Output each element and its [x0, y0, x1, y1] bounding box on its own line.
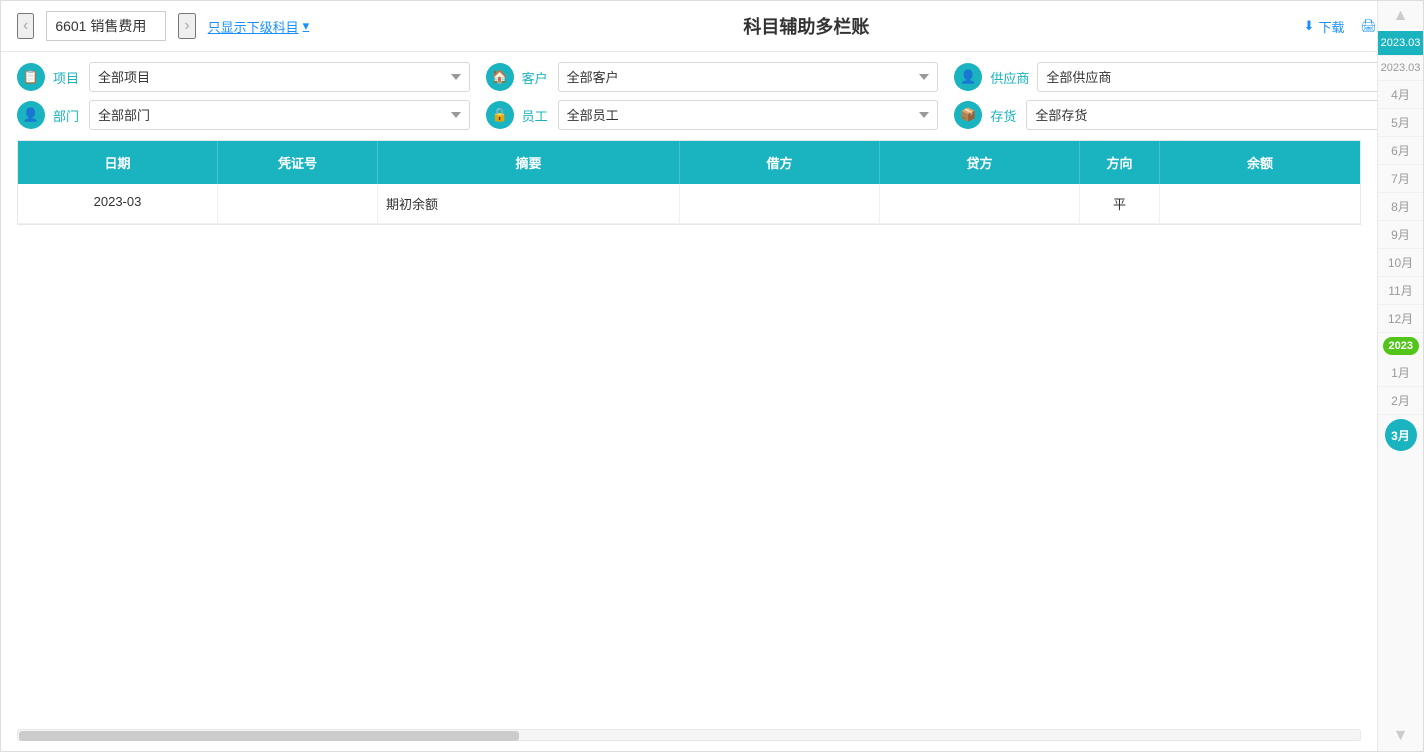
col-summary: 摘要 [378, 141, 680, 184]
supplier-select[interactable]: 全部供应商 [1037, 62, 1407, 92]
department-label: 部门 [53, 106, 81, 125]
customer-label: 客户 [522, 68, 550, 87]
supplier-icon: 👤 [954, 63, 982, 91]
nav-prev-button[interactable]: ‹ [17, 13, 34, 39]
filter-row-1: 📋 项目 全部项目 🏠 客户 全部客户 👤 供应商 全部供应商 [17, 62, 1407, 92]
print-icon: 🖨 [1360, 18, 1377, 34]
project-label: 项目 [53, 68, 81, 87]
cell-balance [1160, 184, 1360, 223]
account-code: 6601 销售费用 [46, 11, 166, 41]
data-table: 日期 凭证号 摘要 借方 贷方 方向 余额 2023-03 期初余额 平 [17, 140, 1361, 225]
panel-year-2023[interactable]: 2023 [1383, 337, 1419, 355]
panel-month-5[interactable]: 5月 [1378, 109, 1423, 137]
filter-project: 📋 项目 全部项目 [17, 62, 470, 92]
show-sub-label: 只显示下级科目 [208, 17, 299, 36]
filter-inventory: 📦 存货 全部存货 [954, 100, 1407, 130]
filter-section: 📋 项目 全部项目 🏠 客户 全部客户 👤 供应商 全部供应商 [1, 52, 1423, 140]
panel-down-arrow[interactable]: ▼ [1387, 721, 1415, 751]
employee-icon: 🔒 [486, 101, 514, 129]
top-bar: ‹ 6601 销售费用 › 只显示下级科目 ▾ 科目辅助多栏账 ⬇ 下载 🖨 打… [1, 1, 1423, 52]
department-select[interactable]: 全部部门 [89, 100, 470, 130]
col-voucher: 凭证号 [218, 141, 378, 184]
table-row: 2023-03 期初余额 平 [18, 184, 1360, 224]
supplier-label: 供应商 [990, 68, 1029, 87]
panel-month-4[interactable]: 4月 [1378, 81, 1423, 109]
project-select[interactable]: 全部项目 [89, 62, 470, 92]
download-button[interactable]: ⬇ 下载 [1304, 17, 1345, 36]
department-icon: 👤 [17, 101, 45, 129]
filter-department: 👤 部门 全部部门 [17, 100, 470, 130]
nav-next-button[interactable]: › [178, 13, 195, 39]
scrollbar-thumb [19, 731, 519, 741]
cell-credit [880, 184, 1080, 223]
main-window: ‹ 6601 销售费用 › 只显示下级科目 ▾ 科目辅助多栏账 ⬇ 下载 🖨 打… [0, 0, 1424, 752]
panel-month-12[interactable]: 12月 [1378, 305, 1423, 333]
project-icon: 📋 [17, 63, 45, 91]
page-title: 科目辅助多栏账 [321, 13, 1291, 39]
filter-employee: 🔒 员工 全部员工 [486, 100, 939, 130]
download-label: 下载 [1318, 17, 1344, 36]
inventory-icon: 📦 [954, 101, 982, 129]
filter-supplier: 👤 供应商 全部供应商 [954, 62, 1407, 92]
employee-label: 员工 [522, 106, 550, 125]
table-header: 日期 凭证号 摘要 借方 贷方 方向 余额 [18, 141, 1360, 184]
download-icon: ⬇ [1304, 18, 1315, 34]
customer-icon: 🏠 [486, 63, 514, 91]
customer-select[interactable]: 全部客户 [558, 62, 939, 92]
panel-month-11[interactable]: 11月 [1378, 277, 1423, 305]
cell-voucher [218, 184, 378, 223]
col-credit: 贷方 [880, 141, 1080, 184]
panel-month-8[interactable]: 8月 [1378, 193, 1423, 221]
panel-month-6[interactable]: 6月 [1378, 137, 1423, 165]
show-sub-button[interactable]: 只显示下级科目 ▾ [208, 17, 310, 36]
panel-month-9[interactable]: 9月 [1378, 221, 1423, 249]
right-panel: ▲ 2023.03 2023.03 4月 5月 6月 7月 8月 9月 10月 … [1377, 1, 1423, 751]
col-balance: 余额 [1160, 141, 1360, 184]
panel-month-10[interactable]: 10月 [1378, 249, 1423, 277]
panel-month-2023-03[interactable]: 2023.03 [1378, 56, 1423, 81]
inventory-label: 存货 [990, 106, 1018, 125]
panel-month-2[interactable]: 2月 [1378, 387, 1423, 415]
cell-summary: 期初余额 [378, 184, 680, 223]
cell-date: 2023-03 [18, 184, 218, 223]
inventory-select[interactable]: 全部存货 [1026, 100, 1407, 130]
panel-month-3-active[interactable]: 3月 [1385, 419, 1417, 451]
employee-select[interactable]: 全部员工 [558, 100, 939, 130]
col-date: 日期 [18, 141, 218, 184]
chevron-down-icon: ▾ [303, 18, 310, 34]
cell-direction: 平 [1080, 184, 1160, 223]
filter-customer: 🏠 客户 全部客户 [486, 62, 939, 92]
panel-month-7[interactable]: 7月 [1378, 165, 1423, 193]
col-debit: 借方 [680, 141, 880, 184]
filter-row-2: 👤 部门 全部部门 🔒 员工 全部员工 📦 存货 全部存货 [17, 100, 1407, 130]
col-direction: 方向 [1080, 141, 1160, 184]
table-body: 2023-03 期初余额 平 [18, 184, 1360, 224]
panel-month-2023-03-active[interactable]: 2023.03 [1378, 31, 1423, 56]
cell-debit [680, 184, 880, 223]
panel-up-arrow[interactable]: ▲ [1387, 1, 1415, 31]
panel-month-1[interactable]: 1月 [1378, 359, 1423, 387]
horizontal-scrollbar[interactable] [17, 729, 1361, 741]
